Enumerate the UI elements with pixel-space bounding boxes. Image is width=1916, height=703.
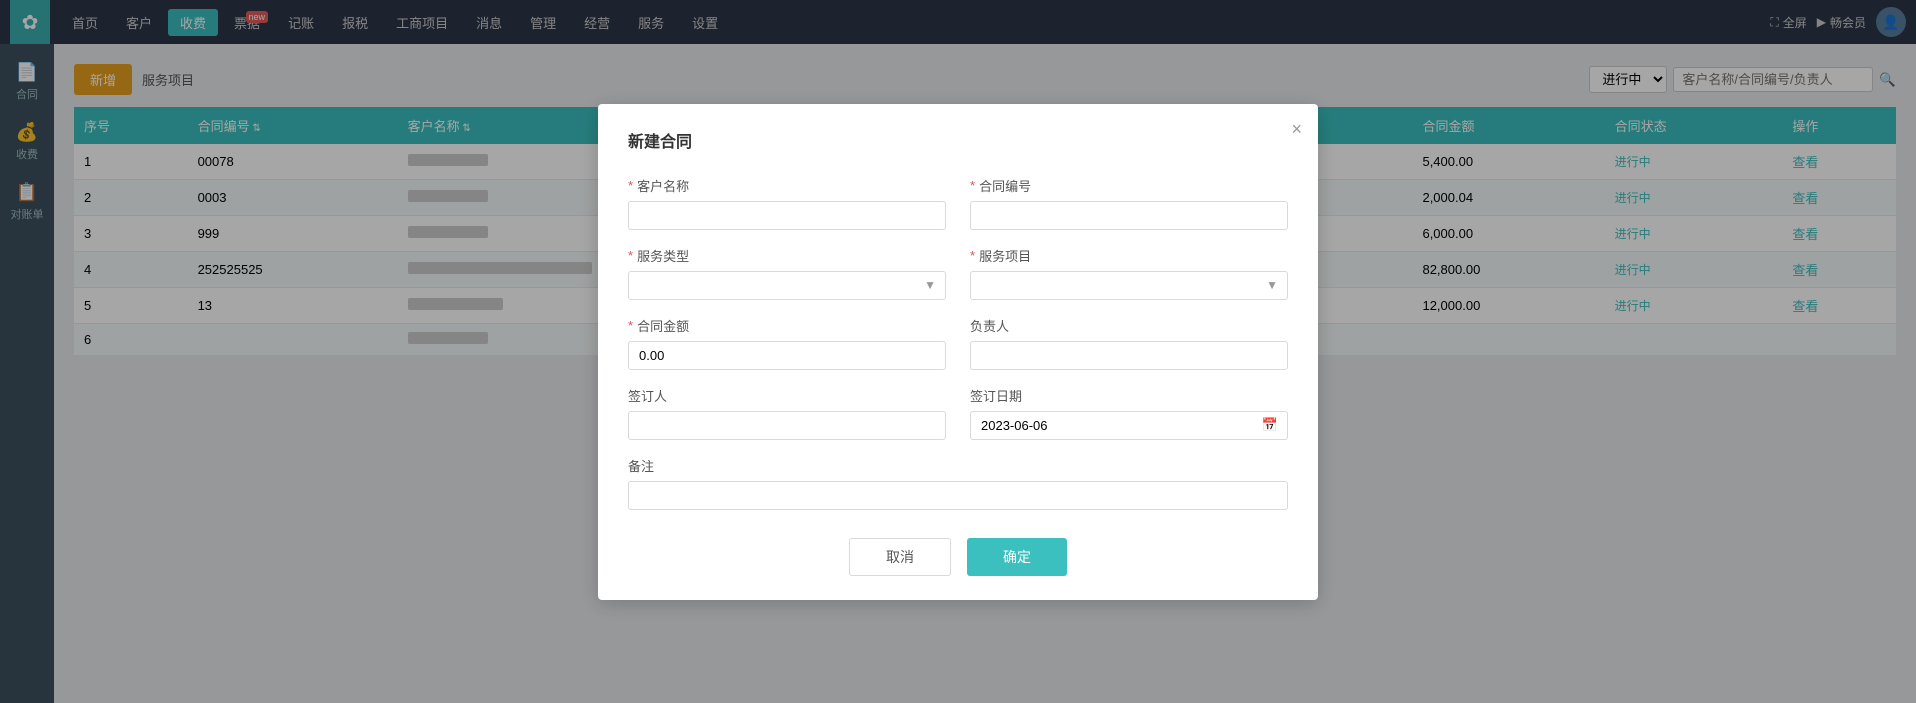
form-grid: * 客户名称 * 合同编号 * 服务类型 bbox=[628, 176, 1288, 510]
field-sign-date: 签订日期 📅 bbox=[970, 386, 1288, 440]
input-responsible[interactable] bbox=[970, 341, 1288, 370]
confirm-button[interactable]: 确定 bbox=[967, 538, 1067, 576]
input-remark[interactable] bbox=[628, 481, 1288, 510]
field-remark: 备注 bbox=[628, 456, 1288, 510]
field-amount: * 合同金额 bbox=[628, 316, 946, 370]
label-responsible: 负责人 bbox=[970, 316, 1288, 335]
modal-title: 新建合同 bbox=[628, 128, 1288, 152]
calendar-icon[interactable]: 📅 bbox=[1262, 417, 1278, 433]
field-contract-no: * 合同编号 bbox=[970, 176, 1288, 230]
select-service-item[interactable] bbox=[970, 271, 1288, 300]
input-signer[interactable] bbox=[628, 411, 946, 440]
modal-overlay: 新建合同 × * 客户名称 * 合同编号 bbox=[0, 0, 1916, 703]
field-service-item: * 服务项目 ▼ bbox=[970, 246, 1288, 300]
input-sign-date[interactable] bbox=[970, 411, 1288, 440]
field-signer: 签订人 bbox=[628, 386, 946, 440]
label-customer: * 客户名称 bbox=[628, 176, 946, 195]
cancel-button[interactable]: 取消 bbox=[849, 538, 951, 576]
label-remark: 备注 bbox=[628, 456, 1288, 475]
field-responsible: 负责人 bbox=[970, 316, 1288, 370]
label-sign-date: 签订日期 bbox=[970, 386, 1288, 405]
date-wrapper: 📅 bbox=[970, 411, 1288, 440]
label-service-type: * 服务类型 bbox=[628, 246, 946, 265]
label-signer: 签订人 bbox=[628, 386, 946, 405]
modal-footer: 取消 确定 bbox=[628, 538, 1288, 576]
input-amount[interactable] bbox=[628, 341, 946, 370]
service-item-wrapper: ▼ bbox=[970, 271, 1288, 300]
input-contract-no[interactable] bbox=[970, 201, 1288, 230]
service-type-wrapper: ▼ bbox=[628, 271, 946, 300]
field-service-type: * 服务类型 ▼ bbox=[628, 246, 946, 300]
label-amount: * 合同金额 bbox=[628, 316, 946, 335]
select-service-type[interactable] bbox=[628, 271, 946, 300]
new-contract-modal: 新建合同 × * 客户名称 * 合同编号 bbox=[598, 104, 1318, 600]
modal-close-button[interactable]: × bbox=[1291, 120, 1302, 138]
field-customer: * 客户名称 bbox=[628, 176, 946, 230]
label-contract-no: * 合同编号 bbox=[970, 176, 1288, 195]
label-service-item: * 服务项目 bbox=[970, 246, 1288, 265]
input-customer[interactable] bbox=[628, 201, 946, 230]
